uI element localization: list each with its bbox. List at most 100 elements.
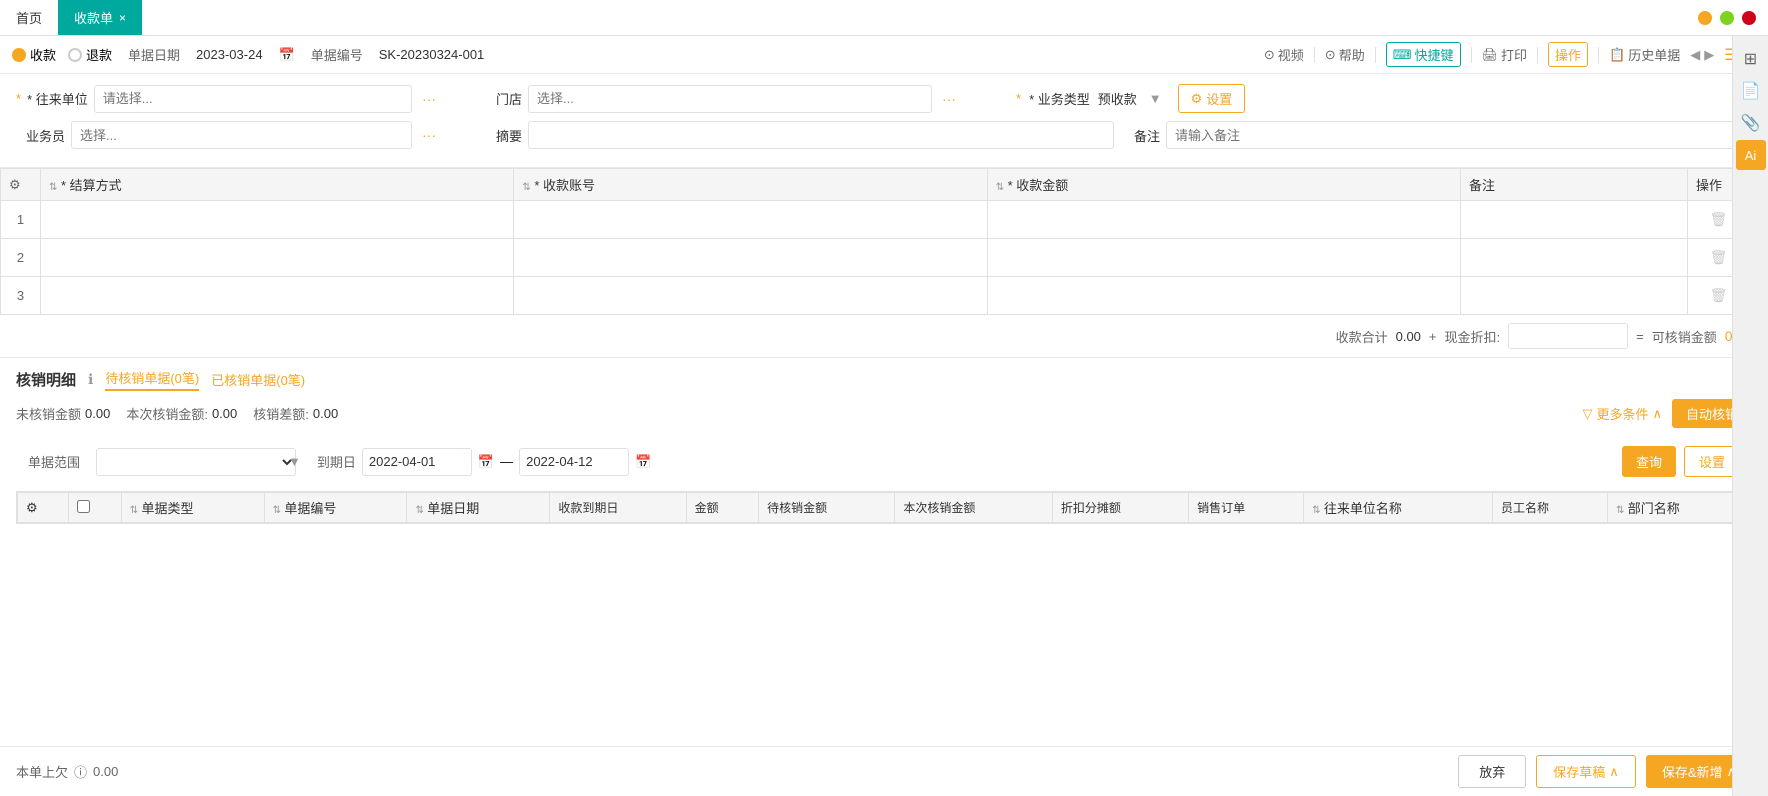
verify-section: 核销明细 ℹ 待核销单据(0笔) 已核销单据(0笔) 未核销金额 0.00 本次… [0,358,1768,796]
abandon-button[interactable]: 放弃 [1458,755,1526,788]
total-label: 收款合计 [1336,327,1388,346]
nav-next-icon[interactable]: ▶ [1704,47,1714,63]
staff-input[interactable] [71,121,412,149]
minimize-button[interactable] [1698,11,1712,25]
row3-note[interactable] [1460,277,1687,315]
save-draft-button[interactable]: 保存草稿 ∧ [1536,755,1636,788]
due-end-input[interactable] [519,448,629,476]
row1-account[interactable] [514,201,987,239]
pending-tab[interactable]: 待核销单据(0笔) [105,368,199,391]
row2-amount[interactable] [987,239,1460,277]
col-note-header: 备注 [1460,169,1687,201]
query-button[interactable]: 查询 [1622,446,1676,477]
partner-ellipsis-icon[interactable]: ··· [422,91,436,107]
store-ellipsis-icon[interactable]: ··· [942,91,956,107]
row3-amount[interactable] [987,277,1460,315]
date-dash: — [500,454,513,469]
number-value: SK-20230324-001 [379,47,485,62]
unchecked-stat: 未核销金额 0.00 [16,404,110,423]
sidebar-attach-icon[interactable]: 📎 [1736,108,1766,138]
toolbar-right: ⊙ 视频 ⊙ 帮助 ⌨ 快捷键 🖨 打印 操作 [1264,42,1756,67]
divider3 [1471,47,1472,63]
due-start-calendar-icon[interactable]: 📅 [478,454,494,470]
history-btn[interactable]: 📋 历史单据 [1609,45,1680,64]
settings-button[interactable]: ⚙ 设置 [1178,84,1246,113]
nav-prev-icon[interactable]: ◀ [1690,47,1700,63]
save-label: 保存&新增 [1662,762,1723,781]
row2-method[interactable] [41,239,514,277]
col-account-header: ⇅ * 收款账号 [514,169,987,201]
tab-home[interactable]: 首页 [0,0,58,35]
shortcut-btn[interactable]: ⌨ 快捷键 [1386,42,1461,67]
staff-ellipsis-icon[interactable]: ··· [422,127,436,143]
current-value: 0.00 [212,406,237,421]
receipt-radio-label: 收款 [30,45,56,64]
row1-method[interactable] [41,201,514,239]
row3-account[interactable] [514,277,987,315]
due-end-calendar-icon[interactable]: 📅 [635,454,651,470]
biz-required: * [1016,91,1021,106]
refund-radio[interactable]: 退款 [68,45,112,64]
print-btn[interactable]: 🖨 打印 [1482,45,1528,64]
biz-value: 预收款 [1098,89,1137,108]
note-field: 备注 [1134,121,1752,149]
date-range-label: 单据范围 [28,452,80,471]
tab-close-icon[interactable]: × [119,11,126,25]
footer-info-value: 0.00 [93,764,118,779]
diff-label: 核销差额: [253,404,309,423]
help-icon: ⊙ [1325,47,1336,63]
date-value: 2023-03-24 [196,47,263,62]
date-range-select[interactable] [96,448,296,476]
bt-col-dept: ⇅ 部门名称 [1608,493,1751,523]
divider1 [1314,47,1315,63]
footer-info-icon[interactable]: ⓘ [74,762,87,781]
partner-input[interactable] [94,85,412,113]
col-method-header: ⇅ * 结算方式 [41,169,514,201]
row2-note[interactable] [1460,239,1687,277]
bt-select-all-checkbox[interactable] [77,500,90,513]
dropdown-icon: ▼ [288,454,301,469]
discount-input[interactable] [1508,323,1628,349]
help-btn[interactable]: ⊙ 帮助 [1325,45,1365,64]
tab-receipt[interactable]: 收款单 × [58,0,142,35]
maximize-button[interactable] [1720,11,1734,25]
row3-method[interactable] [41,277,514,315]
row1-delete-icon[interactable]: 🗑 [1710,211,1728,228]
date-calendar-icon[interactable]: 📅 [279,47,295,63]
table-gear-icon[interactable]: ⚙ [9,177,21,192]
due-start-input[interactable] [362,448,472,476]
sidebar-doc-icon[interactable]: 📄 [1736,76,1766,106]
more-conditions-btn[interactable]: ▽ 更多条件 ∧ [1582,404,1662,423]
biz-dropdown-icon[interactable]: ▼ [1149,91,1162,106]
footer-info-label: 本单上欠 [16,762,68,781]
video-label: 视频 [1278,45,1304,64]
video-btn[interactable]: ⊙ 视频 [1264,45,1304,64]
total-value: 0.00 [1396,329,1421,344]
due-label: 到期日 [317,452,356,471]
available-label: 可核销金额 [1652,327,1717,346]
summary-input[interactable] [528,121,1114,149]
verify-info-icon[interactable]: ℹ [88,371,93,388]
row2-delete-icon[interactable]: 🗑 [1710,249,1728,266]
verify-title: 核销明细 [16,369,76,390]
bt-gear-icon[interactable]: ⚙ [26,500,38,515]
ai-label: Ai [1745,148,1757,163]
unchecked-label: 未核销金额 [16,404,81,423]
operate-btn[interactable]: 操作 [1548,42,1588,67]
sidebar-table-icon[interactable]: ⊞ [1736,44,1766,74]
sidebar-ai-icon[interactable]: Ai [1736,140,1766,170]
row1-amount[interactable] [987,201,1460,239]
row3-delete-icon[interactable]: 🗑 [1710,287,1728,304]
bt-col-staff: 员工名称 [1493,493,1608,523]
row1-note[interactable] [1460,201,1687,239]
receipt-radio[interactable]: 收款 [12,45,56,64]
settings-gear-icon: ⚙ [1191,91,1203,107]
store-input[interactable] [528,85,932,113]
note-input[interactable] [1166,121,1752,149]
row2-account[interactable] [514,239,987,277]
bt-col-date: ⇅ 单据日期 [407,493,550,523]
shortcut-label: 快捷键 [1414,45,1453,64]
done-tab[interactable]: 已核销单据(0笔) [211,370,305,389]
bt-col-due-date: 收款到期日 [550,493,686,523]
close-button[interactable] [1742,11,1756,25]
